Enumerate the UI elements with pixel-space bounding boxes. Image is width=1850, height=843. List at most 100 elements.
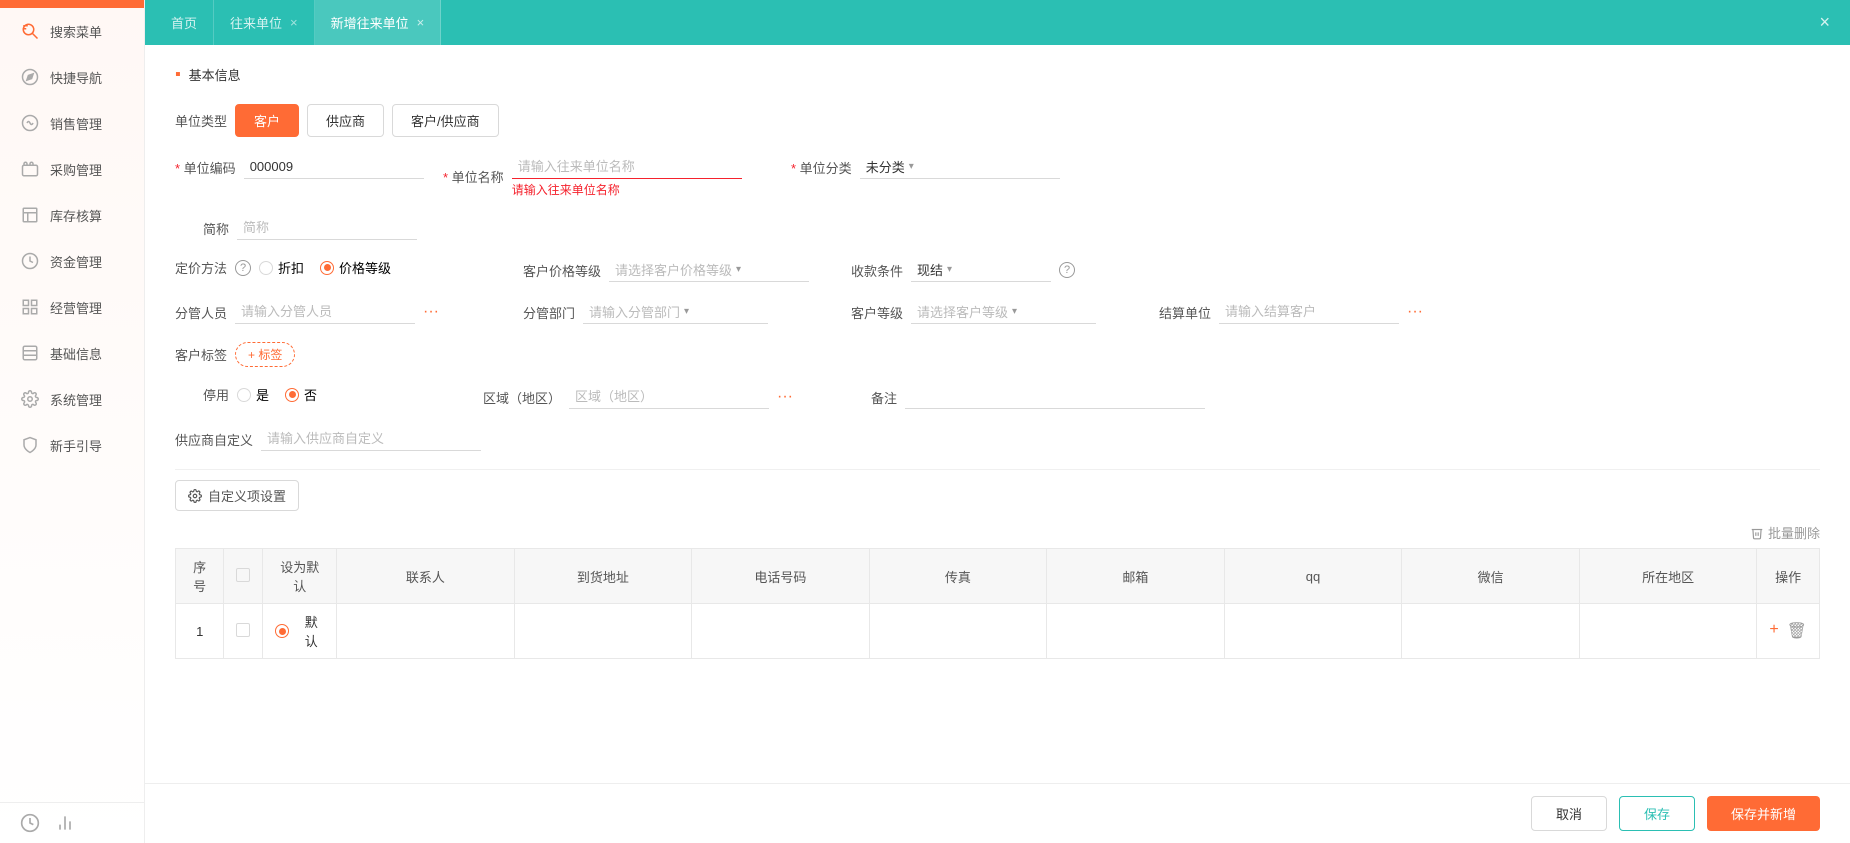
guide-icon (20, 435, 40, 455)
remark-label: 备注 (871, 388, 897, 407)
unit-name-input[interactable] (512, 155, 742, 179)
sidebar-item-guide[interactable]: 新手引导 (0, 422, 144, 468)
tab-new-contact-close[interactable]: × (417, 15, 425, 30)
row-fax-input[interactable] (882, 620, 1034, 643)
pricing-discount-radio[interactable]: 折扣 (259, 258, 304, 277)
dept-placeholder: 请输入分管部门 (589, 302, 680, 321)
pricing-help-icon[interactable]: ? (235, 260, 251, 276)
row-phone[interactable] (692, 604, 869, 659)
row-qq-input[interactable] (1237, 620, 1390, 643)
col-region: 所在地区 (1579, 549, 1756, 604)
col-address: 到货地址 (514, 549, 691, 604)
row-phone-input[interactable] (704, 620, 856, 643)
row-fax[interactable] (869, 604, 1046, 659)
col-checkbox[interactable] (224, 549, 263, 604)
unit-category-select[interactable]: 未分类 ▾ (860, 155, 1060, 179)
row-default-label: 默认 (298, 612, 324, 650)
section-title: 基本信息 (189, 65, 241, 84)
pricing-level-radio[interactable]: 价格等级 (320, 258, 391, 277)
row-add-btn[interactable]: + (1769, 621, 1778, 641)
sidebar-item-system[interactable]: 系统管理 (0, 376, 144, 422)
sidebar-item-finance[interactable]: 资金管理 (0, 238, 144, 284)
manager-input[interactable] (235, 300, 415, 324)
row-contact[interactable] (337, 604, 514, 659)
col-email: 邮箱 (1047, 549, 1224, 604)
unit-type-supplier-btn[interactable]: 供应商 (307, 104, 384, 137)
batch-delete-btn[interactable]: 批量删除 (1750, 523, 1820, 542)
form-content: ▪ 基本信息 单位类型 客户 供应商 客户/供应商 单位编码 单位名称 (145, 45, 1850, 783)
tab-new-contact[interactable]: 新增往来单位 × (315, 0, 442, 45)
close-all-button[interactable]: × (1809, 12, 1840, 33)
sidebar-item-search[interactable]: 搜索菜单 (0, 8, 144, 54)
unit-type-both-btn[interactable]: 客户/供应商 (392, 104, 499, 137)
sidebar-item-sales[interactable]: 销售管理 (0, 100, 144, 146)
row-address-input[interactable] (527, 620, 679, 643)
sidebar-item-inventory[interactable]: 库存核算 (0, 192, 144, 238)
unit-category-label: 单位分类 (791, 158, 852, 177)
row-wechat-input[interactable] (1414, 620, 1566, 643)
sidebar-item-nav[interactable]: 快捷导航 (0, 54, 144, 100)
sidebar-top-bar (0, 0, 144, 8)
row-email[interactable] (1047, 604, 1224, 659)
unit-code-input[interactable] (244, 155, 424, 179)
unit-type-group: 单位类型 客户 供应商 客户/供应商 (175, 104, 499, 137)
save-button[interactable]: 保存 (1619, 796, 1695, 831)
sidebar: 搜索菜单 快捷导航 销售管理 采购管理 库存核算 资金管理 经营 (0, 0, 145, 843)
payment-terms-select[interactable]: 现结 ▾ (911, 258, 1051, 282)
region-input[interactable] (569, 385, 769, 409)
custom-settings-btn[interactable]: 自定义项设置 (175, 480, 299, 511)
table-header-row: 序号 设为默认 联系人 到货地址 电话号码 传真 邮箱 qq 微信 所在地区 (176, 549, 1820, 604)
disabled-no-radio[interactable]: 否 (285, 385, 317, 404)
payment-terms-label: 收款条件 (851, 261, 903, 280)
settle-unit-more-btn[interactable]: ··· (1407, 303, 1423, 321)
row-default-radio[interactable]: 默认 (275, 612, 324, 650)
customer-level-select[interactable]: 请选择客户等级 ▾ (911, 300, 1096, 324)
dept-select[interactable]: 请输入分管部门 ▾ (583, 300, 768, 324)
sidebar-item-operations-label: 经营管理 (50, 298, 102, 317)
manager-more-btn[interactable]: ··· (423, 303, 439, 321)
divider (175, 469, 1820, 470)
tab-contacts[interactable]: 往来单位 × (214, 0, 315, 45)
row-region[interactable] (1579, 604, 1756, 659)
region-more-btn[interactable]: ··· (777, 388, 793, 406)
sidebar-item-basic[interactable]: 基础信息 (0, 330, 144, 376)
row-contact-input[interactable] (349, 620, 501, 643)
sidebar-item-operations[interactable]: 经营管理 (0, 284, 144, 330)
customer-price-level-select[interactable]: 请选择客户价格等级 ▾ (609, 258, 809, 282)
region-label: 区域（地区） (483, 388, 561, 407)
row-qq[interactable] (1224, 604, 1402, 659)
customer-price-level-placeholder: 请选择客户价格等级 (615, 260, 732, 279)
operations-icon (20, 297, 40, 317)
cancel-button[interactable]: 取消 (1531, 796, 1607, 831)
table-toolbar: 批量删除 (175, 523, 1820, 542)
add-tag-btn[interactable]: + 标签 (235, 342, 295, 367)
supplier-custom-input[interactable] (261, 427, 481, 451)
row-region-input[interactable] (1592, 620, 1744, 643)
row-delete-btn[interactable]: 🗑 (1787, 621, 1807, 641)
payment-help-icon[interactable]: ? (1059, 262, 1075, 278)
row-checkbox-input[interactable] (236, 623, 250, 637)
row-wechat[interactable] (1402, 604, 1579, 659)
remark-input[interactable] (905, 385, 1205, 409)
sidebar-item-purchase-label: 采购管理 (50, 160, 102, 179)
unit-type-label: 单位类型 (175, 111, 227, 130)
sidebar-item-search-label: 搜索菜单 (50, 22, 102, 41)
disabled-yes-radio[interactable]: 是 (237, 385, 269, 404)
unit-name-wrapper: 请输入往来单位名称 (512, 155, 742, 198)
row-checkbox[interactable] (224, 604, 263, 659)
save-new-button[interactable]: 保存并新增 (1707, 796, 1820, 831)
payment-terms-group: 收款条件 现结 ▾ ? (851, 258, 1075, 282)
row-email-input[interactable] (1059, 620, 1211, 643)
pricing-discount-label: 折扣 (278, 258, 304, 277)
col-seq: 序号 (176, 549, 224, 604)
unit-name-group: 单位名称 请输入往来单位名称 (443, 155, 783, 198)
row-address[interactable] (514, 604, 691, 659)
abbr-input[interactable] (237, 216, 417, 240)
unit-type-customer-btn[interactable]: 客户 (235, 104, 299, 137)
custom-settings-label: 自定义项设置 (208, 486, 286, 505)
select-all-checkbox[interactable] (236, 568, 250, 582)
tab-contacts-close[interactable]: × (290, 15, 298, 30)
tab-home[interactable]: 首页 (155, 0, 214, 45)
settle-unit-input[interactable] (1219, 300, 1399, 324)
sidebar-item-purchase[interactable]: 采购管理 (0, 146, 144, 192)
